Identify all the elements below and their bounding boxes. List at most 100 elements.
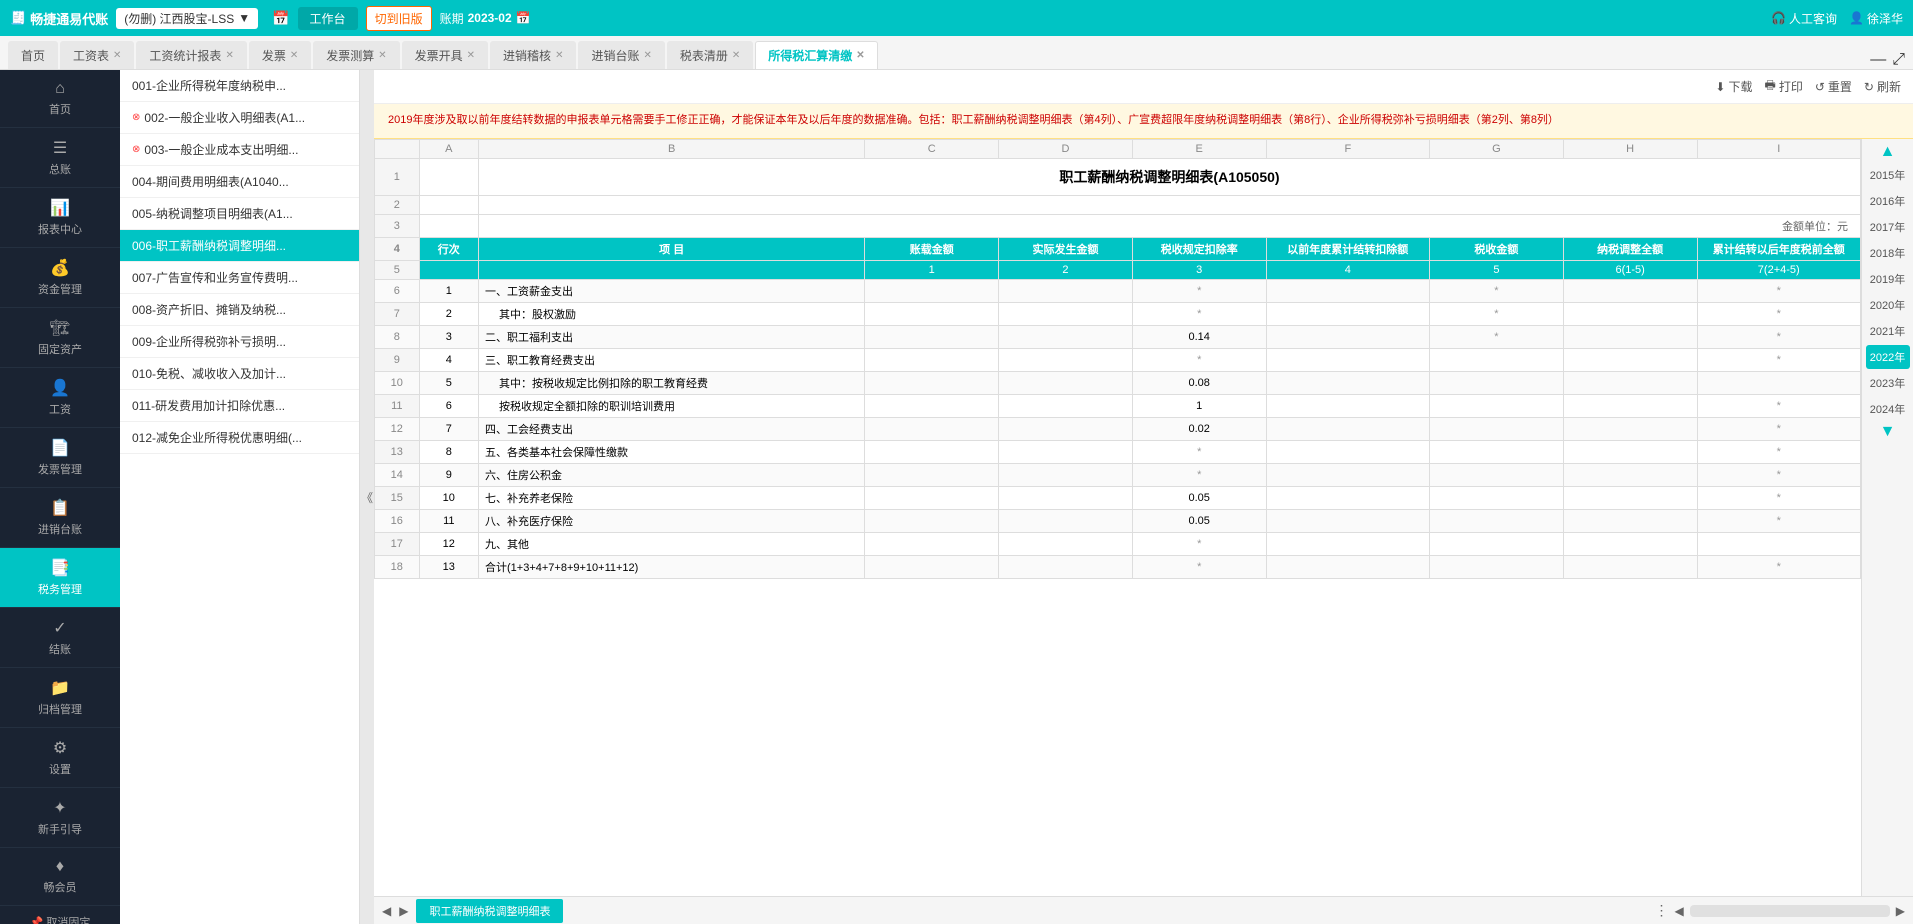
cell-h[interactable] xyxy=(1563,325,1697,348)
maximize-icon[interactable]: ⤢ xyxy=(1892,51,1905,69)
cell-c[interactable] xyxy=(865,486,999,509)
close-icon[interactable]: ✕ xyxy=(467,50,475,61)
cell-c[interactable] xyxy=(865,325,999,348)
tree-item-010[interactable]: 010-免税、减收收入及加计... xyxy=(120,358,359,390)
cell-seq[interactable]: 2 xyxy=(419,302,478,325)
sidebar-item-tax-mgmt[interactable]: 📑 税务管理 xyxy=(0,548,120,608)
sheet-more-options[interactable]: ⋮ xyxy=(1655,902,1669,919)
cell-c[interactable] xyxy=(865,532,999,555)
cell-g[interactable] xyxy=(1430,348,1564,371)
cell-e[interactable]: * xyxy=(1132,555,1266,578)
cell-e[interactable]: * xyxy=(1132,302,1266,325)
cell-f[interactable] xyxy=(1266,325,1429,348)
calendar-icon-2[interactable]: 📅 xyxy=(516,11,531,25)
cell-seq[interactable]: 6 xyxy=(419,394,478,417)
cell-e[interactable]: 0.08 xyxy=(1132,371,1266,394)
sheet-container[interactable]: A B C D E F G H I xyxy=(374,139,1861,896)
service-button[interactable]: 🎧 人工客询 xyxy=(1771,10,1837,27)
cell-h[interactable] xyxy=(1563,555,1697,578)
sidebar-item-home[interactable]: ⌂ 首页 xyxy=(0,70,120,128)
tree-item-004[interactable]: 004-期间费用明细表(A1040... xyxy=(120,166,359,198)
close-icon[interactable]: ✕ xyxy=(555,50,563,61)
close-icon[interactable]: ✕ xyxy=(290,50,298,61)
sidebar-item-vip[interactable]: ♦ 畅会员 xyxy=(0,848,120,906)
cell-d[interactable] xyxy=(999,394,1133,417)
tab-purchase-verify[interactable]: 进销稽核 ✕ xyxy=(490,41,576,69)
tab-payroll-stat[interactable]: 工资统计报表 ✕ xyxy=(136,41,246,69)
cell-i[interactable]: * xyxy=(1697,555,1861,578)
sidebar-item-settings[interactable]: ⚙ 设置 xyxy=(0,728,120,788)
cell-f[interactable] xyxy=(1266,463,1429,486)
cell-c[interactable] xyxy=(865,394,999,417)
year-2015[interactable]: 2015年 xyxy=(1866,163,1910,187)
tab-purchase-ledger[interactable]: 进销台账 ✕ xyxy=(578,41,664,69)
cell-seq[interactable]: 10 xyxy=(419,486,478,509)
cell-d[interactable] xyxy=(999,348,1133,371)
sidebar-item-sales-ledger[interactable]: 📋 进销台账 xyxy=(0,488,120,548)
close-icon[interactable]: ✕ xyxy=(732,50,740,61)
cell-label[interactable]: 八、补充医疗保险 xyxy=(479,509,865,532)
cell-seq[interactable]: 4 xyxy=(419,348,478,371)
cell-g[interactable] xyxy=(1430,463,1564,486)
cell-d[interactable] xyxy=(999,279,1133,302)
cell-h[interactable] xyxy=(1563,348,1697,371)
cell-d[interactable] xyxy=(999,532,1133,555)
cell-e[interactable]: * xyxy=(1132,348,1266,371)
cell-d[interactable] xyxy=(999,486,1133,509)
cell-f[interactable] xyxy=(1266,555,1429,578)
cell-c[interactable] xyxy=(865,348,999,371)
cell-i[interactable]: * xyxy=(1697,463,1861,486)
cell-seq[interactable]: 3 xyxy=(419,325,478,348)
cell-seq[interactable]: 7 xyxy=(419,417,478,440)
cell-h[interactable] xyxy=(1563,394,1697,417)
cell-e[interactable]: 0.05 xyxy=(1132,509,1266,532)
cell-i[interactable]: * xyxy=(1697,440,1861,463)
cell-h[interactable] xyxy=(1563,302,1697,325)
cell-seq[interactable]: 13 xyxy=(419,555,478,578)
tab-home[interactable]: 首页 xyxy=(8,41,58,69)
sidebar-item-archive[interactable]: 📁 归档管理 xyxy=(0,668,120,728)
cell-label[interactable]: 五、各类基本社会保障性缴款 xyxy=(479,440,865,463)
horizontal-scrollbar[interactable] xyxy=(1690,905,1890,917)
cell-g[interactable] xyxy=(1430,532,1564,555)
tab-invoice[interactable]: 发票 ✕ xyxy=(249,41,311,69)
cell-e[interactable]: 0.02 xyxy=(1132,417,1266,440)
cell-i[interactable]: * xyxy=(1697,279,1861,302)
cell-g[interactable] xyxy=(1430,440,1564,463)
year-2023[interactable]: 2023年 xyxy=(1866,371,1910,395)
cancel-fixed-button[interactable]: 📌 取消固定 xyxy=(8,914,112,924)
cell-label[interactable]: 三、职工教育经费支出 xyxy=(479,348,865,371)
cell-e[interactable]: 0.14 xyxy=(1132,325,1266,348)
cell-label[interactable]: 四、工会经费支出 xyxy=(479,417,865,440)
cell-label[interactable]: 二、职工福利支出 xyxy=(479,325,865,348)
cell-e[interactable]: 0.05 xyxy=(1132,486,1266,509)
hscroll-right[interactable]: ▶ xyxy=(1896,904,1905,918)
cell-i[interactable]: * xyxy=(1697,302,1861,325)
cell-seq[interactable]: 11 xyxy=(419,509,478,532)
tree-item-003[interactable]: ⊗ 003-一般企业成本支出明细... xyxy=(120,134,359,166)
cell-g[interactable] xyxy=(1430,371,1564,394)
tree-item-011[interactable]: 011-研发费用加计扣除优惠... xyxy=(120,390,359,422)
cell-g[interactable] xyxy=(1430,486,1564,509)
collapse-button[interactable]: 《 xyxy=(360,70,374,924)
cell-seq[interactable]: 8 xyxy=(419,440,478,463)
cell-label[interactable]: 合计(1+3+4+7+8+9+10+11+12) xyxy=(479,555,865,578)
cell-h[interactable] xyxy=(1563,532,1697,555)
sidebar-item-general-ledger[interactable]: ☰ 总账 xyxy=(0,128,120,188)
switch-version-button[interactable]: 切到旧版 xyxy=(366,6,432,31)
minimize-icon[interactable]: — xyxy=(1870,51,1886,69)
cell-i[interactable]: * xyxy=(1697,417,1861,440)
tab-income-tax[interactable]: 所得税汇算清缴 ✕ xyxy=(755,41,877,69)
cell-g[interactable]: * xyxy=(1430,302,1564,325)
cell-h[interactable] xyxy=(1563,440,1697,463)
workbench-button[interactable]: 工作台 xyxy=(298,7,358,30)
tree-item-005[interactable]: 005-纳税调整项目明细表(A1... xyxy=(120,198,359,230)
close-icon[interactable]: ✕ xyxy=(378,50,386,61)
cell-g[interactable]: * xyxy=(1430,325,1564,348)
cell-i[interactable] xyxy=(1697,371,1861,394)
cell-g[interactable] xyxy=(1430,509,1564,532)
print-button[interactable]: 🖶 打印 xyxy=(1765,76,1803,97)
cell-g[interactable] xyxy=(1430,417,1564,440)
sheet-scroll-right[interactable]: ▶ xyxy=(399,904,408,918)
cell-d[interactable] xyxy=(999,440,1133,463)
